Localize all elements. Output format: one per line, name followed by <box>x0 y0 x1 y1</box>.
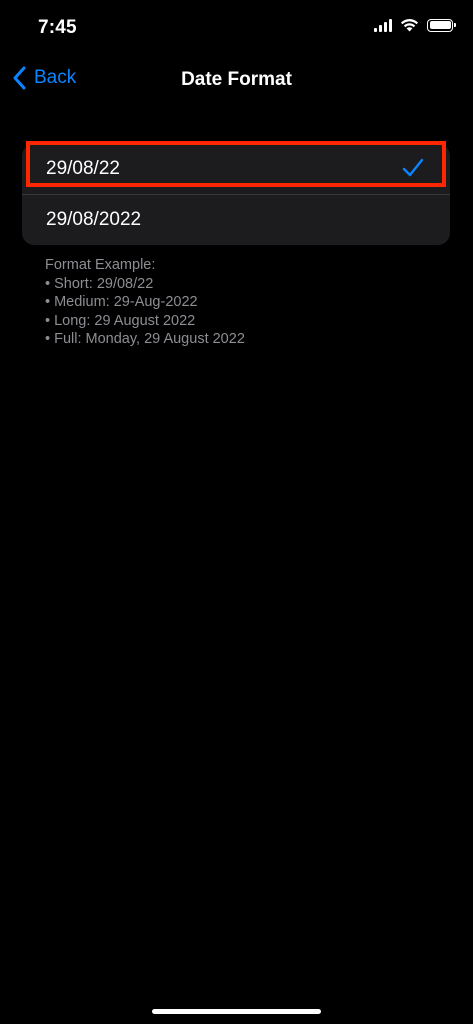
option-label: 29/08/2022 <box>46 209 142 230</box>
option-label: 29/08/22 <box>46 158 120 179</box>
battery-icon <box>427 18 456 32</box>
footer-line-full: • Full: Monday, 29 August 2022 <box>45 331 245 347</box>
cellular-signal-icon <box>374 18 392 32</box>
date-format-option-short[interactable]: 29/08/22 <box>22 141 450 195</box>
status-time: 7:45 <box>38 17 77 38</box>
page-title: Date Format <box>181 69 292 90</box>
navigation-bar: Back Date Format <box>0 58 473 102</box>
wifi-icon <box>400 19 419 32</box>
format-example-footer: Format Example: • Short: 29/08/22 • Medi… <box>45 256 245 349</box>
footer-heading: Format Example: <box>45 257 156 273</box>
footer-line-medium: • Medium: 29-Aug-2022 <box>45 294 198 310</box>
status-bar: 7:45 <box>0 0 473 56</box>
home-indicator[interactable] <box>152 1009 321 1014</box>
footer-line-long: • Long: 29 August 2022 <box>45 312 196 329</box>
status-icons <box>374 18 456 32</box>
date-format-option-long[interactable]: 29/08/2022 <box>22 195 450 245</box>
date-format-options: 29/08/22 29/08/2022 <box>22 141 450 245</box>
checkmark-icon <box>402 158 424 177</box>
footer-line-short: • Short: 29/08/22 <box>45 275 154 292</box>
